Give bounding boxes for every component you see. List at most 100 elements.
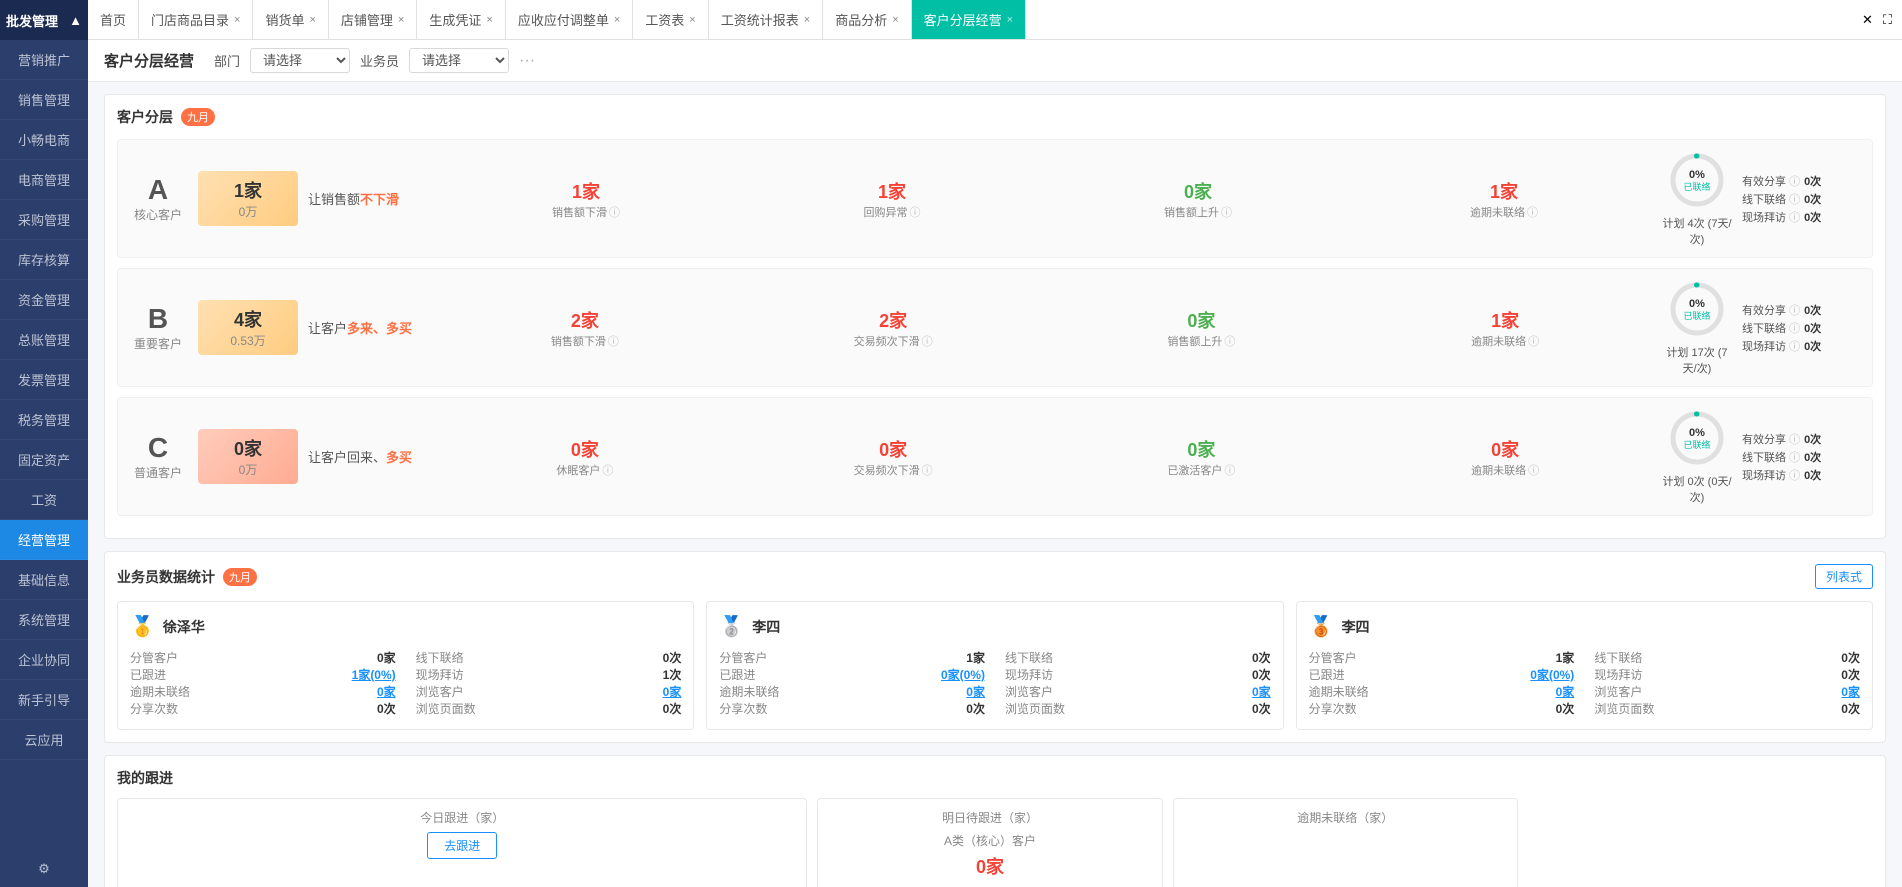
staff-row: 已跟进0家(0%)	[1309, 666, 1575, 683]
staff-row-label: 浏览客户	[1005, 683, 1053, 700]
tier-stat-item[interactable]: 0家 销售额上升 ⓘ	[1166, 307, 1236, 349]
sidebar-item-基础信息[interactable]: 基础信息	[0, 560, 88, 600]
customer-tier-section: 客户分层 九月 A核心客户1家0万让销售额不下滑 1家 销售额下滑 ⓘ 1家 回…	[104, 94, 1886, 539]
tier-stat-item[interactable]: 1家 逾期未联络 ⓘ	[1469, 178, 1539, 220]
tomorrow-followup-label: 明日待跟进（家）	[828, 809, 1151, 826]
tab-close-工资统计报表[interactable]: ×	[804, 14, 810, 26]
tab-首页[interactable]: 首页	[88, 0, 139, 40]
staff-row-label: 逾期未联络	[719, 683, 779, 700]
sidebar-item-云应用[interactable]: 云应用	[0, 720, 88, 760]
staff-row-val[interactable]: 1家(0%)	[352, 666, 396, 683]
sidebar-item-资金管理[interactable]: 资金管理	[0, 280, 88, 320]
tier-count-B[interactable]: 4家0.53万	[198, 300, 298, 355]
tier-stat-item[interactable]: 0家 逾期未联络 ⓘ	[1470, 436, 1540, 478]
sidebar-item-采购管理[interactable]: 采购管理	[0, 200, 88, 240]
right-stat-row: 现场拜访 ⓘ 0次	[1742, 209, 1862, 225]
tier-count-A[interactable]: 1家0万	[198, 171, 298, 226]
sidebar-item-小畅电商[interactable]: 小畅电商	[0, 120, 88, 160]
tab-工资统计报表[interactable]: 工资统计报表×	[709, 0, 823, 40]
staff-avatar: 🥈	[719, 614, 744, 639]
staff-row-label: 分管客户	[719, 649, 767, 666]
staff-row-val: 0次	[1841, 649, 1860, 666]
tier-circle-B: 0% 已联络 计划 17次 (7天/次)	[1662, 279, 1732, 376]
tab-客户分层经营[interactable]: 客户分层经营×	[912, 0, 1026, 40]
staff-row-val: 0次	[377, 700, 396, 717]
more-options[interactable]: ···	[519, 52, 535, 70]
sidebar-item-总账管理[interactable]: 总账管理	[0, 320, 88, 360]
tier-stat-item[interactable]: 0家 休眠客户 ⓘ	[550, 436, 620, 478]
followup-grid: 今日跟进（家） 去跟进 明日待跟进（家） A类（核心）客户 0家 逾期未联络（家…	[117, 798, 1873, 887]
tab-close-销货单[interactable]: ×	[309, 14, 315, 26]
tier-circle-A: 0% 已联络 计划 4次 (7天/次)	[1662, 150, 1732, 247]
staff-name: 徐泽华	[163, 617, 205, 637]
tier-stat-item[interactable]: 2家 交易频次下滑 ⓘ	[854, 307, 933, 349]
tier-row-A: A核心客户1家0万让销售额不下滑 1家 销售额下滑 ⓘ 1家 回购异常 ⓘ 0家…	[117, 139, 1873, 258]
go-followup-button[interactable]: 去跟进	[427, 832, 497, 859]
tab-销货单[interactable]: 销货单×	[253, 0, 328, 40]
sidebar-item-新手引导[interactable]: 新手引导	[0, 680, 88, 720]
tab-close-门店商品目录[interactable]: ×	[234, 14, 240, 26]
staff-row-val[interactable]: 0家	[1252, 683, 1271, 700]
staff-select[interactable]: 请选择	[409, 48, 509, 73]
tab-商品分析[interactable]: 商品分析×	[823, 0, 911, 40]
staff-stats-section: 业务员数据统计 九月 列表式 🥇徐泽华分管客户0家已跟进1家(0%)逾期未联络0…	[104, 551, 1886, 743]
close-window-icon[interactable]: ✕	[1862, 12, 1873, 28]
staff-row-val[interactable]: 0家	[377, 683, 396, 700]
tab-close-应收应付调整单[interactable]: ×	[614, 14, 620, 26]
tab-店铺管理[interactable]: 店铺管理×	[329, 0, 417, 40]
sidebar-item-企业协同[interactable]: 企业协同	[0, 640, 88, 680]
staff-row-val[interactable]: 0家	[1556, 683, 1575, 700]
list-view-button[interactable]: 列表式	[1815, 564, 1873, 589]
staff-row: 浏览页面数0次	[416, 700, 682, 717]
tier-stat-item[interactable]: 0家 交易频次下滑 ⓘ	[854, 436, 933, 478]
staff-name: 李四	[752, 617, 780, 637]
tier-stat-item[interactable]: 0家 销售额上升 ⓘ	[1163, 178, 1233, 220]
sidebar-item-发票管理[interactable]: 发票管理	[0, 360, 88, 400]
tier-stat-item[interactable]: 1家 逾期未联络 ⓘ	[1470, 307, 1540, 349]
tab-工资表[interactable]: 工资表×	[633, 0, 708, 40]
tab-close-店铺管理[interactable]: ×	[398, 14, 404, 26]
sidebar-settings[interactable]: ⚙	[0, 851, 88, 887]
tab-close-客户分层经营[interactable]: ×	[1007, 14, 1013, 26]
tab-close-生成凭证[interactable]: ×	[486, 14, 492, 26]
staff-row: 浏览页面数0次	[1594, 700, 1860, 717]
tab-门店商品目录[interactable]: 门店商品目录×	[139, 0, 253, 40]
staff-row: 分管客户1家	[1309, 649, 1575, 666]
staff-row-val[interactable]: 0家(0%)	[1530, 666, 1574, 683]
tier-count-C[interactable]: 0家0万	[198, 429, 298, 484]
sidebar-item-工资[interactable]: 工资	[0, 480, 88, 520]
sidebar-item-营销推广[interactable]: 营销推广	[0, 40, 88, 80]
staff-row-val[interactable]: 0家	[663, 683, 682, 700]
right-stat-row: 现场拜访 ⓘ 0次	[1742, 467, 1862, 483]
tier-stat-item[interactable]: 0家 已激活客户 ⓘ	[1166, 436, 1236, 478]
sidebar-collapse-icon[interactable]: ▲	[69, 13, 82, 28]
tab-生成凭证[interactable]: 生成凭证×	[417, 0, 505, 40]
staff-stats-header: 业务员数据统计 九月 列表式	[117, 564, 1873, 589]
tier-stat-item[interactable]: 2家 销售额下滑 ⓘ	[550, 307, 620, 349]
tab-close-工资表[interactable]: ×	[689, 14, 695, 26]
tab-close-商品分析[interactable]: ×	[892, 14, 898, 26]
staff-row: 分管客户0家	[130, 649, 396, 666]
sidebar-item-经营管理[interactable]: 经营管理	[0, 520, 88, 560]
sidebar-item-固定资产[interactable]: 固定资产	[0, 440, 88, 480]
sidebar-item-电商管理[interactable]: 电商管理	[0, 160, 88, 200]
tab-应收应付调整单[interactable]: 应收应付调整单×	[506, 0, 633, 40]
tier-stat-item[interactable]: 1家 销售额下滑 ⓘ	[551, 178, 621, 220]
sidebar-item-系统管理[interactable]: 系统管理	[0, 600, 88, 640]
content-area: 客户分层 九月 A核心客户1家0万让销售额不下滑 1家 销售额下滑 ⓘ 1家 回…	[88, 82, 1902, 887]
staff-row-val[interactable]: 0家	[1841, 683, 1860, 700]
tier-stat-item[interactable]: 1家 回购异常 ⓘ	[857, 178, 927, 220]
tier-grade-B: B重要客户	[128, 303, 188, 352]
staff-row-label: 线下联络	[1594, 649, 1642, 666]
staff-stats-title: 业务员数据统计	[117, 567, 215, 587]
staff-row-val[interactable]: 0家	[966, 683, 985, 700]
staff-row-val[interactable]: 0家(0%)	[941, 666, 985, 683]
sidebar-item-销售管理[interactable]: 销售管理	[0, 80, 88, 120]
sidebar-item-库存核算[interactable]: 库存核算	[0, 240, 88, 280]
expand-icon[interactable]: ⛶	[1883, 12, 1892, 28]
staff-label: 业务员	[360, 51, 399, 70]
dept-select[interactable]: 请选择	[250, 48, 350, 73]
sidebar-item-税务管理[interactable]: 税务管理	[0, 400, 88, 440]
staff-row-label: 浏览页面数	[1005, 700, 1065, 717]
tier-right-stats-A: 有效分享 ⓘ 0次线下联络 ⓘ 0次现场拜访 ⓘ 0次	[1742, 173, 1862, 225]
